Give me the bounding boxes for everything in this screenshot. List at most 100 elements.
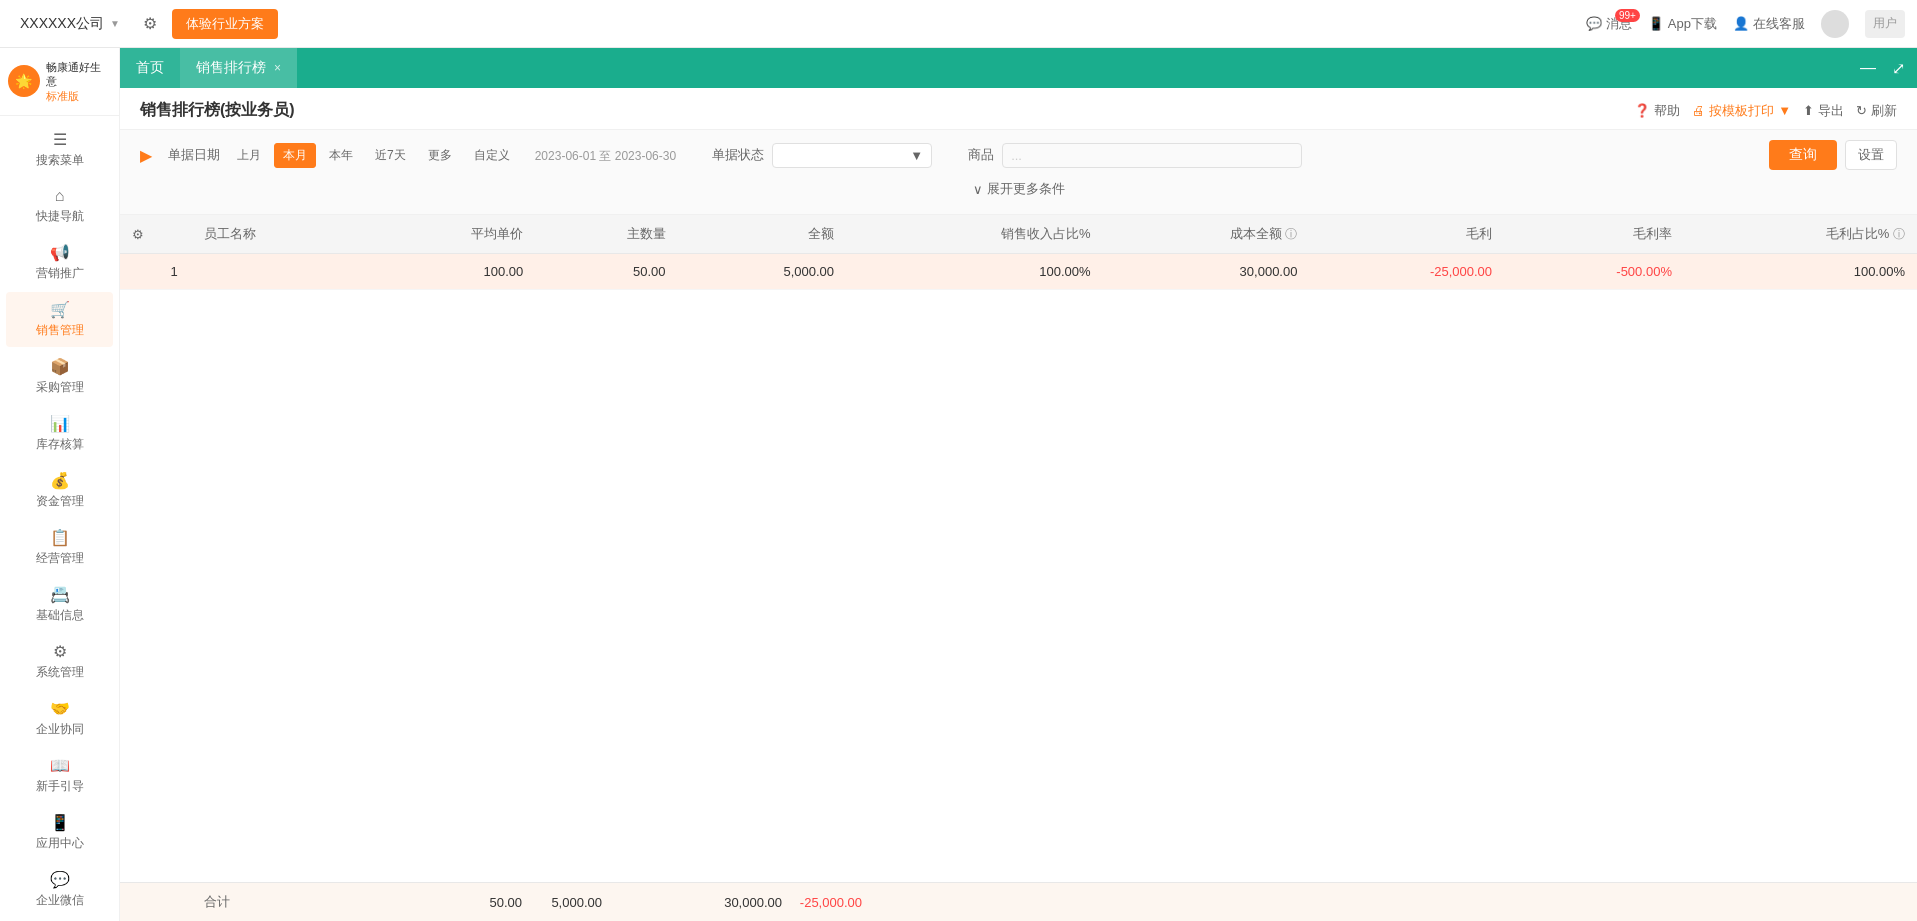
filter-area: ▶ 单据日期 上月 本月 本年 近7天 更多 自定义 bbox=[120, 130, 1917, 215]
row-settings bbox=[120, 254, 156, 290]
sidebar-item-label: 资金管理 bbox=[36, 493, 84, 510]
print-button[interactable]: 🖨 按模板打印 ▼ bbox=[1692, 102, 1791, 120]
this-year-button[interactable]: 本年 bbox=[320, 143, 362, 168]
status-filter: 单据状态 ▼ bbox=[712, 143, 932, 168]
sidebar-item-apps[interactable]: 📱 应用中心 bbox=[6, 805, 113, 860]
col-gross: 毛利 bbox=[1309, 215, 1504, 254]
tab-bar-right: — ⤢ bbox=[1856, 55, 1917, 82]
logo-icon: 🌟 bbox=[8, 65, 40, 97]
sidebar-item-purchase[interactable]: 📦 采购管理 bbox=[6, 349, 113, 404]
tab-maximize-button[interactable]: ⤢ bbox=[1888, 55, 1909, 82]
gross-pct-help-icon[interactable]: ⓘ bbox=[1893, 227, 1905, 241]
refresh-button[interactable]: ↻ 刷新 bbox=[1856, 102, 1897, 120]
row-gross-rate: -500.00% bbox=[1504, 254, 1684, 290]
settings-small-button[interactable]: 设置 bbox=[1845, 140, 1897, 170]
filter-expand-button[interactable]: ▶ bbox=[140, 146, 152, 165]
company-selector[interactable]: XXXXXX公司 ▼ bbox=[12, 11, 128, 37]
sidebar-item-basic[interactable]: 📇 基础信息 bbox=[6, 577, 113, 632]
expand-row: ∨ 展开更多条件 bbox=[140, 170, 1897, 204]
sidebar-item-label: 企业微信 bbox=[36, 892, 84, 909]
row-quantity: 50.00 bbox=[535, 254, 677, 290]
sidebar-item-quicknav[interactable]: ⌂ 快捷导航 bbox=[6, 179, 113, 233]
sidebar-item-sales[interactable]: 🛒 销售管理 bbox=[6, 292, 113, 347]
marketing-icon: 📢 bbox=[50, 243, 70, 262]
export-icon: ⬆ bbox=[1803, 103, 1814, 118]
export-button[interactable]: ⬆ 导出 bbox=[1803, 102, 1844, 120]
help-button[interactable]: ❓ 帮助 bbox=[1634, 102, 1680, 120]
cost-help-icon[interactable]: ⓘ bbox=[1285, 227, 1297, 241]
col-settings[interactable]: ⚙ bbox=[120, 215, 156, 254]
user-name[interactable]: 用户 bbox=[1865, 10, 1905, 38]
sidebar-item-label: 企业协同 bbox=[36, 721, 84, 738]
footer-cost: 30,000.00 bbox=[714, 895, 794, 910]
more-dates-button[interactable]: 更多 bbox=[419, 143, 461, 168]
sidebar-item-label: 新手引导 bbox=[36, 778, 84, 795]
app-label: App下载 bbox=[1668, 15, 1717, 33]
sidebar-item-system[interactable]: ⚙ 系统管理 bbox=[6, 634, 113, 689]
row-rank: 1 bbox=[156, 254, 192, 290]
print-icon: 🖨 bbox=[1692, 103, 1705, 118]
main-layout: 🌟 畅康通好生意 标准版 ☰ 搜索菜单 ⌂ 快捷导航 📢 营销推广 🛒 销售管理 bbox=[0, 48, 1917, 921]
apps-icon: 📱 bbox=[50, 813, 70, 832]
tab-home[interactable]: 首页 bbox=[120, 48, 180, 88]
tab-sales-ranking[interactable]: 销售排行榜 × bbox=[180, 48, 297, 88]
basic-icon: 📇 bbox=[50, 585, 70, 604]
row-gross-pct: 100.00% bbox=[1684, 254, 1917, 290]
footer-label: 合计 bbox=[204, 893, 374, 911]
this-month-button[interactable]: 本月 bbox=[274, 143, 316, 168]
tab-minimize-button[interactable]: — bbox=[1856, 55, 1880, 81]
sidebar-item-label: 库存核算 bbox=[36, 436, 84, 453]
expand-chevron-icon: ∨ bbox=[973, 182, 983, 197]
query-button[interactable]: 查询 bbox=[1769, 140, 1837, 170]
tab-close-icon[interactable]: × bbox=[274, 61, 281, 75]
col-quantity: 主数量 bbox=[535, 215, 677, 254]
sidebar-item-label: 系统管理 bbox=[36, 664, 84, 681]
trial-button[interactable]: 体验行业方案 bbox=[172, 9, 278, 39]
sidebar-item-label: 快捷导航 bbox=[36, 208, 84, 225]
tab-bar: 首页 销售排行榜 × — ⤢ bbox=[120, 48, 1917, 88]
table-header-row: ⚙ 员工名称 平均单价 主数量 全额 销售收入占比% 成本全额 ⓘ 毛利 毛利率 bbox=[120, 215, 1917, 254]
col-cost: 成本全额 ⓘ bbox=[1103, 215, 1310, 254]
page-header: 销售排行榜(按业务员) ❓ 帮助 🖨 按模板打印 ▼ ⬆ 导出 bbox=[120, 88, 1917, 130]
date-filter: 单据日期 上月 本月 本年 近7天 更多 自定义 bbox=[168, 143, 519, 168]
logo-text: 畅康通好生意 标准版 bbox=[46, 60, 111, 103]
expand-more-button[interactable]: ∨ 展开更多条件 bbox=[961, 176, 1077, 202]
message-icon: 💬 bbox=[1586, 16, 1602, 31]
goods-input[interactable]: ... bbox=[1002, 143, 1302, 168]
sidebar-item-wechat[interactable]: 💬 企业微信 bbox=[6, 862, 113, 917]
sidebar-item-marketing[interactable]: 📢 营销推广 bbox=[6, 235, 113, 290]
table-container: ⚙ 员工名称 平均单价 主数量 全额 销售收入占比% 成本全额 ⓘ 毛利 毛利率 bbox=[120, 215, 1917, 882]
online-service-button[interactable]: 👤 在线客服 bbox=[1733, 15, 1805, 33]
home-icon: ⌂ bbox=[55, 187, 65, 205]
sidebar-item-label: 采购管理 bbox=[36, 379, 84, 396]
row-sales-pct: 100.00% bbox=[846, 254, 1102, 290]
col-sales-pct: 销售收入占比% bbox=[846, 215, 1102, 254]
settings-button[interactable]: ⚙ bbox=[136, 10, 164, 38]
sidebar-item-inventory[interactable]: 📊 库存核算 bbox=[6, 406, 113, 461]
row-avg-price: 100.00 bbox=[364, 254, 536, 290]
help-icon: ❓ bbox=[1634, 103, 1650, 118]
sidebar-item-collab[interactable]: 🤝 企业协同 bbox=[6, 691, 113, 746]
app-download-button[interactable]: 📱 App下载 bbox=[1648, 15, 1717, 33]
last-month-button[interactable]: 上月 bbox=[228, 143, 270, 168]
date-filter-label: 单据日期 bbox=[168, 146, 220, 164]
service-label: 在线客服 bbox=[1753, 15, 1805, 33]
custom-date-button[interactable]: 自定义 bbox=[465, 143, 519, 168]
status-filter-label: 单据状态 bbox=[712, 146, 764, 164]
sidebar-logo: 🌟 畅康通好生意 标准版 bbox=[0, 48, 119, 116]
last-7days-button[interactable]: 近7天 bbox=[366, 143, 415, 168]
message-button[interactable]: 💬 消息 99+ bbox=[1586, 15, 1632, 33]
sidebar-item-finance[interactable]: 💰 资金管理 bbox=[6, 463, 113, 518]
finance-icon: 💰 bbox=[50, 471, 70, 490]
sidebar-item-label: 销售管理 bbox=[36, 322, 84, 339]
row-employee-name bbox=[192, 254, 364, 290]
page-actions: ❓ 帮助 🖨 按模板打印 ▼ ⬆ 导出 ↻ 刷新 bbox=[1634, 102, 1897, 120]
sidebar-item-operation[interactable]: 📋 经营管理 bbox=[6, 520, 113, 575]
avatar[interactable] bbox=[1821, 10, 1849, 38]
col-gross-rate: 毛利率 bbox=[1504, 215, 1684, 254]
sidebar-item-search[interactable]: ☰ 搜索菜单 bbox=[6, 122, 113, 177]
col-amount: 全额 bbox=[678, 215, 847, 254]
sidebar-item-guide[interactable]: 📖 新手引导 bbox=[6, 748, 113, 803]
status-select[interactable]: ▼ bbox=[772, 143, 932, 168]
chevron-down-icon: ▼ bbox=[110, 18, 120, 29]
